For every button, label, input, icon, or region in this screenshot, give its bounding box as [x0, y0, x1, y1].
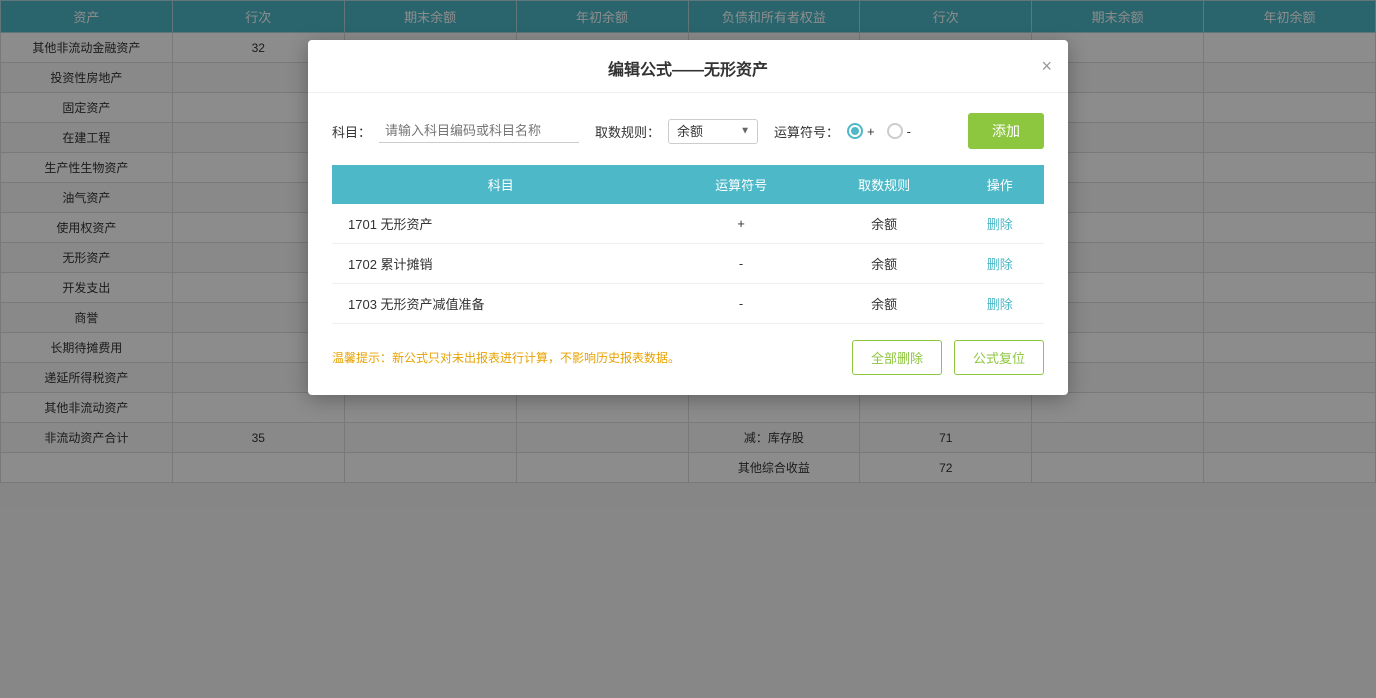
rule-cell: 余额 [813, 204, 956, 244]
radio-plus-circle [847, 123, 863, 139]
operator-cell: - [670, 284, 813, 324]
operator-minus-label: - [907, 124, 911, 139]
subject-cell: 1702 累计摊销 [332, 244, 670, 284]
action-cell: 删除 [956, 204, 1044, 244]
subject-input[interactable] [379, 119, 579, 143]
table-row: 1701 无形资产+余额 删除 [332, 204, 1044, 244]
rule-cell: 余额 [813, 244, 956, 284]
operator-radio-group: + - [847, 123, 911, 139]
delete-row-button[interactable]: 删除 [987, 254, 1013, 273]
delete-all-button[interactable]: 全部删除 [852, 340, 942, 375]
subject-cell: 1703 无形资产减值准备 [332, 284, 670, 324]
dialog-title: 编辑公式——无形资产 [608, 62, 768, 79]
table-header: 取数规则 [813, 165, 956, 204]
action-cell: 删除 [956, 244, 1044, 284]
footer-buttons: 全部删除 公式复位 [852, 340, 1044, 375]
operator-plus-label: + [867, 124, 875, 139]
rule-group: 取数规则： 余额借方贷方借方发生额贷方发生额 ▼ [595, 119, 758, 144]
operator-plus-option[interactable]: + [847, 123, 875, 139]
table-row: 1702 累计摊销-余额 删除 [332, 244, 1044, 284]
dialog-footer: 温馨提示：新公式只对未出报表进行计算，不影响历史报表数据。 全部删除 公式复位 [308, 324, 1068, 375]
add-button[interactable]: 添加 [968, 113, 1044, 149]
rule-label: 取数规则： [595, 122, 660, 141]
action-cell: 删除 [956, 284, 1044, 324]
delete-row-button[interactable]: 删除 [987, 214, 1013, 233]
delete-row-button[interactable]: 删除 [987, 294, 1013, 313]
subject-label: 科目： [332, 122, 371, 141]
rule-select[interactable]: 余额借方贷方借方发生额贷方发生额 [668, 119, 758, 144]
subject-cell: 1701 无形资产 [332, 204, 670, 244]
radio-minus-circle [887, 123, 903, 139]
formula-table: 科目运算符号取数规则操作 1701 无形资产+余额删除1702 累计摊销-余额删… [332, 165, 1044, 324]
table-header: 运算符号 [670, 165, 813, 204]
edit-formula-dialog: 编辑公式——无形资产 × 科目： 取数规则： 余额借方贷方借方发生额贷方发生额 … [308, 40, 1068, 395]
operator-label: 运算符号： [774, 122, 839, 141]
table-wrapper: 科目运算符号取数规则操作 1701 无形资产+余额删除1702 累计摊销-余额删… [308, 165, 1068, 324]
tip-text: 温馨提示：新公式只对未出报表进行计算，不影响历史报表数据。 [332, 349, 680, 366]
operator-group: 运算符号： + - [774, 122, 911, 141]
subject-group: 科目： [332, 119, 579, 143]
page-wrapper: 资产行次期末余额年初余额负债和所有者权益行次期末余额年初余额 其他非流动金融资产… [0, 0, 1376, 698]
operator-cell: - [670, 244, 813, 284]
reset-formula-button[interactable]: 公式复位 [954, 340, 1044, 375]
operator-cell: + [670, 204, 813, 244]
rule-cell: 余额 [813, 284, 956, 324]
dialog-header: 编辑公式——无形资产 × [308, 40, 1068, 93]
close-button[interactable]: × [1041, 57, 1052, 75]
modal-overlay: 编辑公式——无形资产 × 科目： 取数规则： 余额借方贷方借方发生额贷方发生额 … [0, 0, 1376, 698]
table-row: 1703 无形资产减值准备-余额 删除 [332, 284, 1044, 324]
table-header: 操作 [956, 165, 1044, 204]
table-header: 科目 [332, 165, 670, 204]
operator-minus-option[interactable]: - [887, 123, 911, 139]
form-row: 科目： 取数规则： 余额借方贷方借方发生额贷方发生额 ▼ 运算符号： [308, 93, 1068, 165]
rule-select-wrapper: 余额借方贷方借方发生额贷方发生额 ▼ [668, 119, 758, 144]
